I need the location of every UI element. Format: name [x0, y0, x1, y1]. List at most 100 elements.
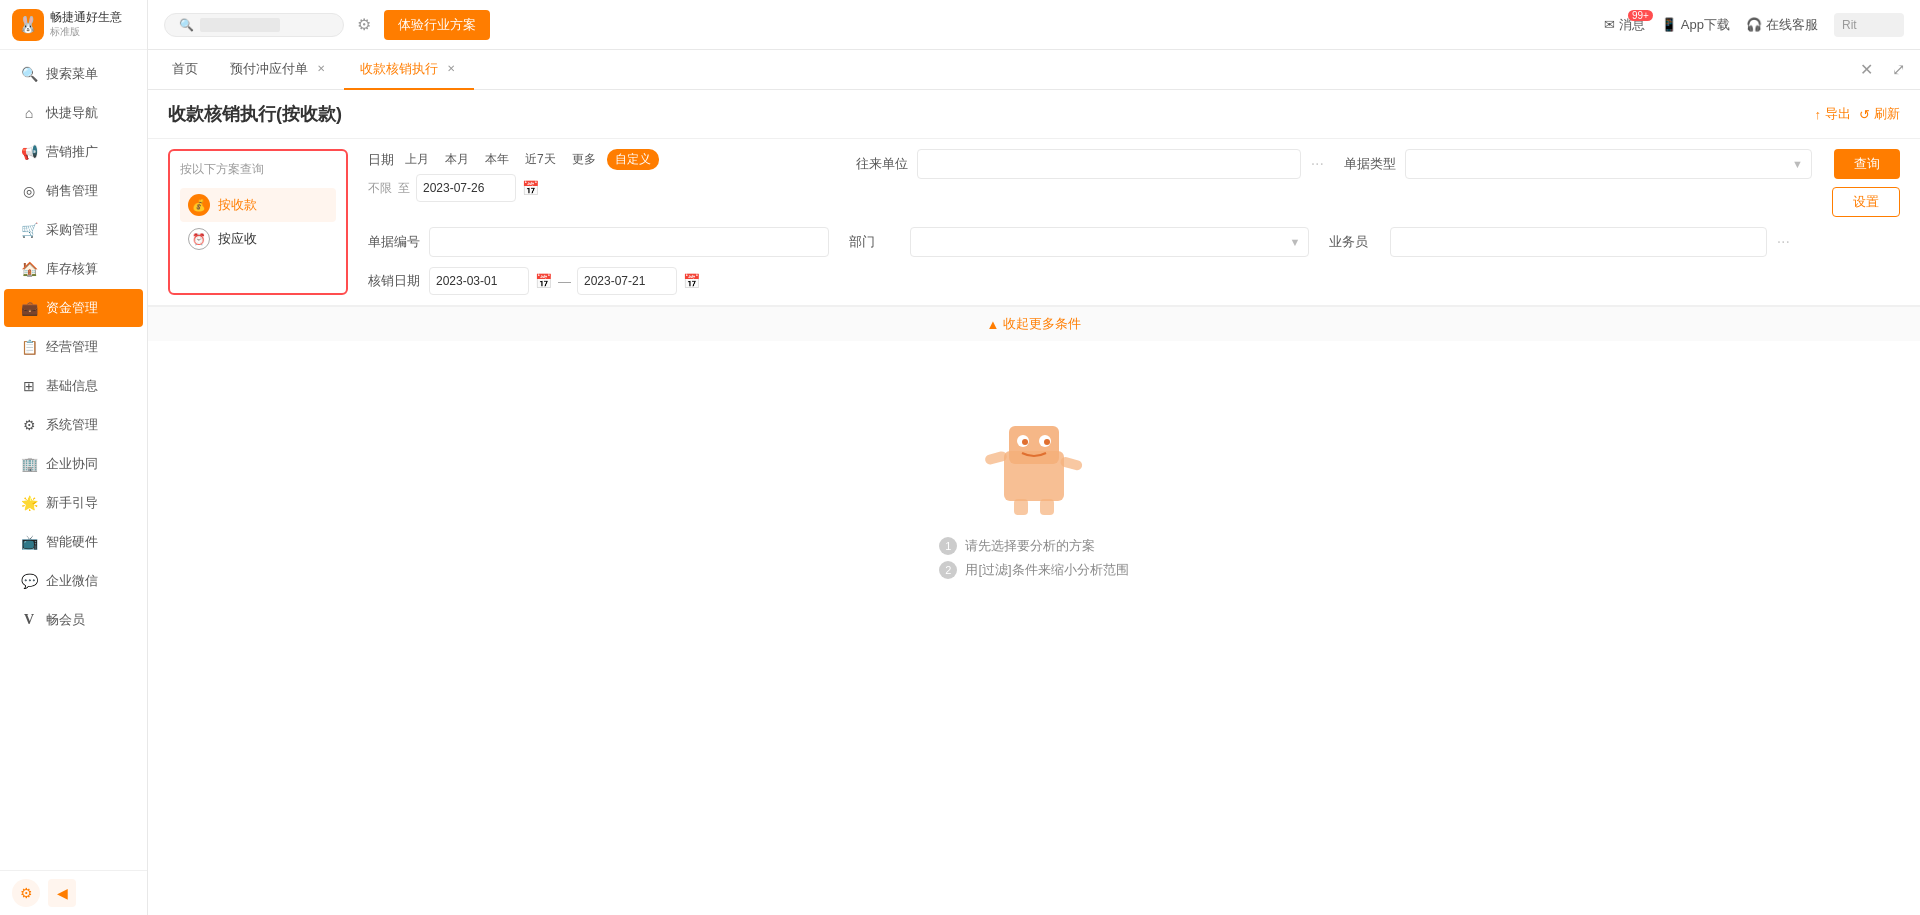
- counterpart-more-icon[interactable]: ···: [1311, 155, 1324, 173]
- sidebar-item-member[interactable]: V 畅会员: [4, 601, 143, 639]
- sidebar-item-business[interactable]: 📋 经营管理: [4, 328, 143, 366]
- sidebar-item-system[interactable]: ⚙ 系统管理: [4, 406, 143, 444]
- filter-actions: 查询 设置: [1832, 149, 1900, 217]
- sidebar-item-sales[interactable]: ◎ 销售管理: [4, 172, 143, 210]
- doc-no-filter-cell: 单据编号: [368, 227, 829, 257]
- user-avatar-area[interactable]: Rit: [1834, 13, 1904, 37]
- dept-select[interactable]: ▼: [910, 227, 1310, 257]
- refresh-icon: ↺: [1859, 107, 1870, 122]
- sidebar-item-finance[interactable]: 💼 资金管理: [4, 289, 143, 327]
- svg-rect-8: [1014, 499, 1028, 515]
- sidebar-nav: 🔍 搜索菜单 ⌂ 快捷导航 📢 营销推广 ◎ 销售管理 🛒 采购管理 🏠 库存核…: [0, 50, 147, 870]
- sidebar-item-label: 采购管理: [46, 221, 98, 239]
- sidebar-item-wechat[interactable]: 💬 企业微信: [4, 562, 143, 600]
- home-icon: ⌂: [20, 104, 38, 122]
- tab-home[interactable]: 首页: [156, 50, 214, 90]
- tab-prepay[interactable]: 预付冲应付单 ✕: [214, 50, 344, 90]
- page-header-actions: ↑ 导出 ↺ 刷新: [1815, 105, 1901, 123]
- empty-tip-1: 1 请先选择要分析的方案: [939, 537, 1128, 555]
- counterpart-filter-cell: 往来单位 ···: [856, 149, 1324, 179]
- counterpart-label: 往来单位: [856, 155, 911, 173]
- date-option-last-month[interactable]: 上月: [400, 149, 434, 170]
- online-service-button[interactable]: 🎧 在线客服: [1746, 16, 1818, 34]
- tab-bar: 首页 预付冲应付单 ✕ 收款核销执行 ✕ ✕ ⤢: [148, 50, 1920, 90]
- hardware-icon: 📺: [20, 533, 38, 551]
- verify-date-to-calendar-icon[interactable]: 📅: [683, 273, 700, 289]
- app-badge: 标准版: [50, 25, 122, 39]
- date-option-this-month[interactable]: 本月: [440, 149, 474, 170]
- refresh-button[interactable]: ↺ 刷新: [1859, 105, 1900, 123]
- date-to-input[interactable]: [416, 174, 516, 202]
- filter-option-by-receivable[interactable]: ⏰ 按应收: [180, 222, 336, 256]
- tab-fullscreen-button[interactable]: ⤢: [1884, 56, 1912, 84]
- industry-solution-button[interactable]: 体验行业方案: [384, 10, 490, 40]
- header-search-area: 🔍 ⚙ 体验行业方案: [164, 10, 1592, 40]
- wechat-icon: 💬: [20, 572, 38, 590]
- purchase-icon: 🛒: [20, 221, 38, 239]
- app-download-button[interactable]: 📱 App下载: [1661, 16, 1730, 34]
- collapse-more-conditions[interactable]: ▲ 收起更多条件: [148, 306, 1920, 341]
- tab-collect[interactable]: 收款核销执行 ✕: [344, 50, 474, 90]
- settings-button[interactable]: 设置: [1832, 187, 1900, 217]
- sidebar-item-quick-nav[interactable]: ⌂ 快捷导航: [4, 94, 143, 132]
- query-button[interactable]: 查询: [1834, 149, 1900, 179]
- doc-type-select[interactable]: ▼: [1405, 149, 1812, 179]
- tab-collect-label: 收款核销执行: [360, 60, 438, 78]
- verify-date-to-input[interactable]: [577, 267, 677, 295]
- filter-row-2: 单据编号 部门 ▼ 业务员: [368, 227, 1900, 257]
- collection-option-icon: 💰: [188, 194, 210, 216]
- sidebar-settings-button[interactable]: ⚙: [12, 879, 40, 907]
- doc-no-label: 单据编号: [368, 233, 423, 251]
- verify-date-from-input[interactable]: [429, 267, 529, 295]
- date-option-this-year[interactable]: 本年: [480, 149, 514, 170]
- service-icon: 🎧: [1746, 17, 1762, 32]
- message-badge: 99+: [1628, 10, 1653, 21]
- counterpart-select[interactable]: [917, 149, 1301, 179]
- export-button[interactable]: ↑ 导出: [1815, 105, 1852, 123]
- empty-illustration-svg: [974, 401, 1094, 521]
- sidebar-item-inventory[interactable]: 🏠 库存核算: [4, 250, 143, 288]
- header-settings-button[interactable]: ⚙: [350, 11, 378, 39]
- page-inner: 收款核销执行(按收款) ↑ 导出 ↺ 刷新 按以下方案查询: [148, 90, 1920, 915]
- page-title: 收款核销执行(按收款): [168, 102, 342, 126]
- sidebar-item-collab[interactable]: 🏢 企业协同: [4, 445, 143, 483]
- sidebar-item-marketing[interactable]: 📢 营销推广: [4, 133, 143, 171]
- staff-select[interactable]: [1390, 227, 1766, 257]
- empty-tip-2: 2 用[过滤]条件来缩小分析范围: [939, 561, 1128, 579]
- main-area: 🔍 ⚙ 体验行业方案 ✉ 消息 99+ 📱 App下载 🎧 在线客服 Rit: [148, 0, 1920, 915]
- verify-date-filter-cell: 核销日期 📅 — 📅: [368, 267, 835, 295]
- doc-no-input[interactable]: [429, 227, 829, 257]
- header-search-bar[interactable]: 🔍: [164, 13, 344, 37]
- sidebar-item-search[interactable]: 🔍 搜索菜单: [4, 55, 143, 93]
- page-header: 收款核销执行(按收款) ↑ 导出 ↺ 刷新: [148, 90, 1920, 139]
- filter-area: 按以下方案查询 💰 按收款 ⏰ 按应收: [148, 139, 1920, 306]
- sidebar-item-guide[interactable]: 🌟 新手引导: [4, 484, 143, 522]
- tab-prepay-label: 预付冲应付单: [230, 60, 308, 78]
- tip-num-2: 2: [939, 561, 957, 579]
- date-range-row: 不限 至 📅: [368, 174, 836, 202]
- svg-rect-9: [1040, 499, 1054, 515]
- staff-filter-cell: 业务员 ···: [1329, 227, 1790, 257]
- tab-close-all-button[interactable]: ✕: [1852, 56, 1880, 84]
- sidebar-item-label: 快捷导航: [46, 104, 98, 122]
- message-button[interactable]: ✉ 消息 99+: [1604, 16, 1645, 34]
- tab-collect-close[interactable]: ✕: [444, 62, 458, 76]
- marketing-icon: 📢: [20, 143, 38, 161]
- date-option-7days[interactable]: 近7天: [520, 149, 561, 170]
- sidebar-collapse-button[interactable]: ◀: [48, 879, 76, 907]
- filter-option-by-collection[interactable]: 💰 按收款: [180, 188, 336, 222]
- dept-label: 部门: [849, 233, 904, 251]
- tab-bar-actions: ✕ ⤢: [1852, 56, 1912, 84]
- sidebar-item-base-info[interactable]: ⊞ 基础信息: [4, 367, 143, 405]
- tab-prepay-close[interactable]: ✕: [314, 62, 328, 76]
- date-option-more[interactable]: 更多: [567, 149, 601, 170]
- header-search-icon: 🔍: [179, 18, 194, 32]
- date-option-custom[interactable]: 自定义: [607, 149, 659, 170]
- guide-icon: 🌟: [20, 494, 38, 512]
- sidebar-item-purchase[interactable]: 🛒 采购管理: [4, 211, 143, 249]
- staff-more-icon[interactable]: ···: [1777, 233, 1790, 251]
- verify-date-from-calendar-icon[interactable]: 📅: [535, 273, 552, 289]
- date-to-calendar-icon[interactable]: 📅: [522, 180, 539, 196]
- doc-type-label: 单据类型: [1344, 155, 1399, 173]
- sidebar-item-hardware[interactable]: 📺 智能硬件: [4, 523, 143, 561]
